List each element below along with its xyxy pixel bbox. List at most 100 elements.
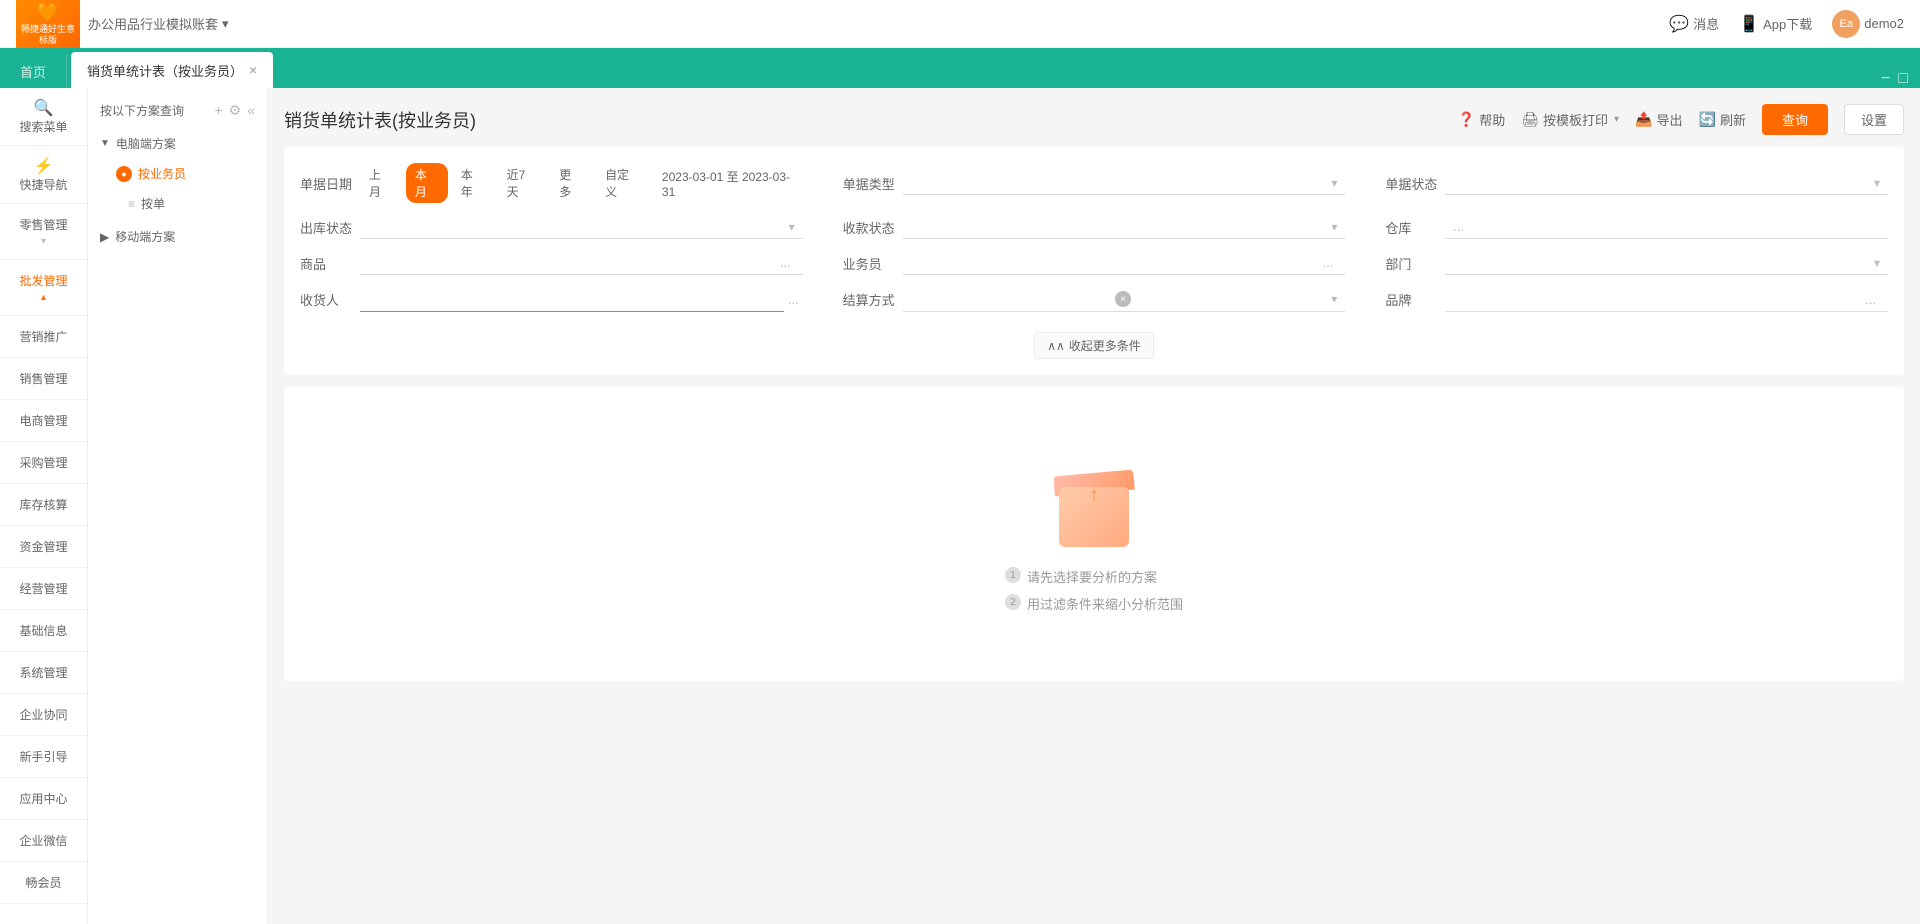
filter-doc-status-select[interactable]: ▾	[1445, 172, 1888, 195]
scheme-group-pc-label: 电脑端方案	[116, 135, 176, 152]
add-scheme-btn[interactable]: +	[214, 102, 222, 119]
filter-receiver: 收货人 ...	[300, 288, 803, 312]
empty-state: ↑ 1 请先选择要分析的方案 2 用过滤条件来缩小分析范围	[284, 387, 1904, 681]
filter-settlement-clear-btn[interactable]: ×	[1115, 291, 1131, 307]
date-btn-this-year[interactable]: 本年	[452, 163, 494, 203]
help-btn[interactable]: ❓ 帮助	[1458, 110, 1505, 129]
tab-close-btn[interactable]: ×	[249, 63, 257, 77]
filter-doc-type-select[interactable]: ▾	[903, 172, 1346, 195]
tab-home[interactable]: 首页	[0, 54, 67, 88]
filter-receipt-status-arrow: ▾	[1331, 220, 1337, 234]
hint-num-2: 2	[1005, 594, 1021, 610]
refresh-btn[interactable]: 🔄 刷新	[1699, 110, 1746, 129]
sidebar-item-enterprise[interactable]: 企业协同	[0, 694, 87, 736]
collapse-label: 收起更多条件	[1069, 337, 1141, 354]
filter-receipt-status-select[interactable]: ▾	[903, 216, 1346, 239]
date-btn-last-month[interactable]: 上月	[360, 163, 402, 203]
filter-settlement-select[interactable]: × ▾	[903, 287, 1346, 312]
filter-warehouse-input[interactable]: ...	[1445, 215, 1888, 239]
filter-brand: 品牌 ...	[1385, 288, 1888, 312]
sidebar-item-ecommerce[interactable]: 电商管理	[0, 400, 87, 442]
app-selector[interactable]: 办公用品行业模拟账套 ▾	[88, 14, 229, 33]
empty-hint-2: 2 用过滤条件来缩小分析范围	[1005, 594, 1183, 613]
logo-text: 畅捷通好生意	[21, 24, 75, 35]
date-btn-7days[interactable]: 近7天	[498, 163, 547, 203]
tab-minimize-icon[interactable]: −	[1881, 70, 1890, 88]
logo: 🧡 畅捷通好生意 标版	[16, 0, 80, 48]
sidebar-item-retail[interactable]: 零售管理 ▾	[0, 204, 87, 260]
scheme-item-order-label: 按单	[141, 195, 165, 212]
filter-settlement: 结算方式 × ▾	[843, 287, 1346, 312]
filter-dept-select[interactable]: ▾	[1445, 252, 1888, 275]
filter-salesperson-input[interactable]: ...	[903, 251, 1346, 275]
avatar: Ea	[1832, 10, 1860, 38]
sidebar-item-operations[interactable]: 经营管理	[0, 568, 87, 610]
scheme-group-pc-title[interactable]: ▼ 电脑端方案	[88, 129, 267, 158]
empty-hint-list: 1 请先选择要分析的方案 2 用过滤条件来缩小分析范围	[1005, 567, 1183, 621]
sidebar-item-member[interactable]: 畅会员	[0, 862, 87, 904]
empty-hint-1-text: 请先选择要分析的方案	[1027, 567, 1157, 586]
sidebar-item-basic[interactable]: 基础信息	[0, 610, 87, 652]
top-nav: 🧡 畅捷通好生意 标版 办公用品行业模拟账套 ▾ 💬 消息 📱 App下载 Ea…	[0, 0, 1920, 48]
date-btn-custom[interactable]: 自定义	[596, 163, 650, 203]
filter-date-label: 单据日期	[300, 174, 360, 193]
sidebar-item-search[interactable]: 🔍 搜索菜单	[0, 88, 87, 146]
filter-out-status-select[interactable]: ▾	[360, 216, 803, 239]
sidebar-item-system[interactable]: 系统管理	[0, 652, 87, 694]
print-btn[interactable]: 🖨 按模板打印 ▾	[1521, 110, 1619, 129]
filter-doc-type: 单据类型 ▾	[843, 172, 1346, 195]
query-btn[interactable]: 查询	[1762, 104, 1828, 135]
filter-doc-status-arrow: ▾	[1874, 176, 1880, 190]
filter-salesperson-dots[interactable]: ...	[1319, 255, 1338, 270]
left-panel-header: 按以下方案查询 + ⚙ «	[88, 96, 267, 125]
filter-warehouse-label: 仓库	[1385, 218, 1445, 237]
help-label: 帮助	[1479, 110, 1505, 129]
date-btn-this-month[interactable]: 本月	[406, 163, 448, 203]
sidebar-item-marketing[interactable]: 营销推广	[0, 316, 87, 358]
empty-hint-1: 1 请先选择要分析的方案	[1005, 567, 1183, 586]
sidebar-item-appcenter[interactable]: 应用中心	[0, 778, 87, 820]
app-download-btn[interactable]: 📱 App下载	[1739, 14, 1812, 34]
settings-scheme-btn[interactable]: ⚙	[229, 102, 242, 119]
help-icon: ❓	[1458, 111, 1475, 128]
scheme-item-by-order[interactable]: ≡ 按单	[88, 189, 267, 218]
sidebar-item-inventory[interactable]: 库存核算	[0, 484, 87, 526]
sidebar-item-wholesale[interactable]: 批发管理 ▴	[0, 260, 87, 316]
app-download-label: App下载	[1763, 14, 1812, 33]
filter-receiver-label: 收货人	[300, 290, 360, 309]
date-btn-more[interactable]: 更多	[550, 163, 592, 203]
page-actions: ❓ 帮助 🖨 按模板打印 ▾ 📤 导出 🔄 刷新	[1458, 104, 1904, 135]
filter-goods-label: 商品	[300, 254, 360, 273]
tab-bar: 首页 销货单统计表（按业务员） × − □	[0, 48, 1920, 88]
settings-btn[interactable]: 设置	[1844, 104, 1904, 135]
filter-brand-input[interactable]: ...	[1445, 288, 1888, 312]
collapse-more-btn[interactable]: ∧∧ 收起更多条件	[1034, 332, 1154, 359]
filter-area: 单据日期 上月 本月 本年 近7天 更多 自定义 2023-03-01 至 20…	[284, 147, 1904, 375]
message-btn[interactable]: 💬 消息	[1669, 14, 1719, 34]
scheme-group-mobile-title[interactable]: ▶ 移动端方案	[88, 222, 267, 251]
sidebar-item-sales[interactable]: 销售管理	[0, 358, 87, 400]
scheme-item-by-salesperson[interactable]: ● 按业务员	[88, 158, 267, 189]
filter-dept-arrow: ▾	[1874, 256, 1880, 270]
app-selector-arrow: ▾	[222, 16, 229, 32]
tab-maximize-icon[interactable]: □	[1898, 70, 1908, 88]
export-btn[interactable]: 📤 导出	[1635, 110, 1682, 129]
left-panel-title: 按以下方案查询	[100, 102, 184, 119]
sidebar-item-newbie[interactable]: 新手引导	[0, 736, 87, 778]
filter-goods-input[interactable]: ...	[360, 251, 803, 275]
user-menu[interactable]: Ea demo2	[1832, 10, 1904, 38]
message-icon: 💬	[1669, 14, 1689, 34]
filter-warehouse-dots[interactable]: ...	[1453, 219, 1464, 234]
filter-settlement-arrow: ▾	[1331, 292, 1337, 306]
filter-brand-dots[interactable]: ...	[1861, 292, 1880, 307]
tab-active[interactable]: 销货单统计表（按业务员） ×	[71, 52, 273, 88]
filter-doc-type-label: 单据类型	[843, 174, 903, 193]
sidebar-item-finance[interactable]: 资金管理	[0, 526, 87, 568]
filter-goods-dots[interactable]: ...	[776, 255, 795, 270]
filter-receiver-dots[interactable]: ...	[784, 292, 803, 307]
filter-receiver-input[interactable]	[360, 288, 784, 312]
sidebar-item-wechat[interactable]: 企业微信	[0, 820, 87, 862]
sidebar-item-purchase[interactable]: 采购管理	[0, 442, 87, 484]
collapse-panel-btn[interactable]: «	[247, 102, 255, 119]
sidebar-item-quicknav[interactable]: ⚡ 快捷导航	[0, 146, 87, 204]
